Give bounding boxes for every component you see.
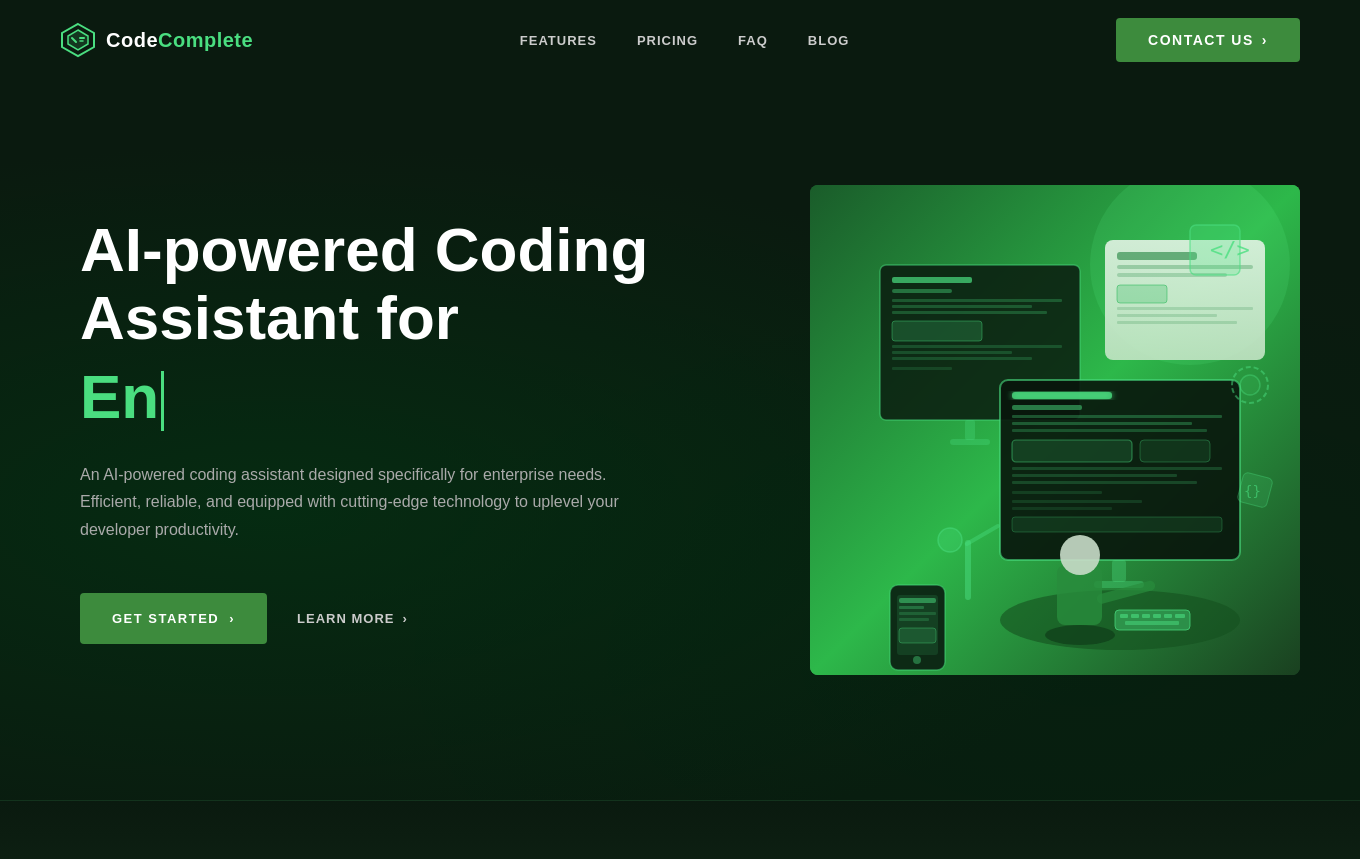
svg-text:</>: </>: [1210, 237, 1250, 262]
svg-rect-24: [1117, 285, 1167, 303]
svg-rect-12: [892, 311, 1047, 314]
nav-link-features[interactable]: FEATURES: [520, 33, 597, 48]
svg-rect-36: [1012, 440, 1132, 462]
svg-rect-53: [1120, 614, 1128, 618]
svg-rect-19: [950, 439, 990, 445]
svg-rect-8: [892, 277, 972, 283]
hero-illustration-svg: </>: [810, 185, 1300, 675]
svg-rect-11: [892, 305, 1032, 308]
typing-cursor: [161, 371, 164, 431]
logo[interactable]: CodeComplete: [60, 22, 253, 58]
hero-description: An AI-powered coding assistant designed …: [80, 461, 660, 543]
hero-typed-text: En: [80, 363, 751, 432]
contact-us-button[interactable]: CONTACT US ›: [1116, 18, 1300, 62]
svg-marker-1: [68, 30, 88, 50]
nav-link-pricing[interactable]: PRICING: [637, 33, 698, 48]
hero-cta-group: GET STARTED › LEARN MORE ›: [80, 593, 751, 644]
get-started-chevron-icon: ›: [229, 611, 235, 626]
nav-item-blog[interactable]: BLOG: [808, 31, 850, 49]
svg-rect-66: [899, 606, 924, 609]
svg-rect-10: [892, 299, 1062, 302]
svg-rect-59: [1125, 621, 1179, 625]
svg-rect-15: [892, 351, 1012, 354]
svg-rect-39: [1012, 474, 1177, 477]
svg-rect-21: [1117, 252, 1197, 260]
svg-rect-58: [1175, 614, 1185, 618]
svg-rect-54: [1131, 614, 1139, 618]
svg-text:{}: {}: [1244, 483, 1261, 499]
svg-rect-35: [1012, 429, 1207, 432]
nav-link-blog[interactable]: BLOG: [808, 33, 850, 48]
contact-chevron-icon: ›: [1262, 32, 1268, 48]
nav-item-features[interactable]: FEATURES: [520, 31, 597, 49]
svg-rect-16: [892, 357, 1032, 360]
hero-illustration: </>: [810, 185, 1300, 675]
svg-rect-64: [897, 595, 938, 655]
svg-point-48: [1045, 625, 1115, 645]
nav-links: FEATURES PRICING FAQ BLOG: [520, 31, 850, 49]
svg-rect-69: [899, 628, 936, 643]
svg-point-50: [1060, 535, 1100, 575]
logo-complete-text: Complete: [158, 29, 253, 51]
svg-rect-32: [1012, 405, 1082, 410]
svg-rect-25: [1117, 307, 1253, 310]
svg-rect-40: [1012, 481, 1197, 484]
bottom-section: [0, 800, 1360, 859]
svg-rect-68: [899, 618, 929, 621]
navbar: CodeComplete FEATURES PRICING FAQ BLOG C…: [0, 0, 1360, 80]
hero-title: AI-powered Coding Assistant for En: [80, 216, 751, 431]
svg-point-62: [938, 528, 962, 552]
svg-rect-57: [1164, 614, 1172, 618]
svg-point-72: [1240, 375, 1260, 395]
hero-content: AI-powered Coding Assistant for En An AI…: [80, 216, 751, 644]
svg-rect-45: [1112, 560, 1126, 582]
svg-rect-65: [899, 598, 936, 603]
svg-rect-27: [1117, 321, 1237, 324]
svg-rect-26: [1117, 314, 1217, 317]
svg-rect-60: [965, 540, 971, 600]
hero-title-line1: AI-powered Coding: [80, 216, 751, 284]
svg-rect-17: [892, 367, 952, 370]
svg-rect-52: [1115, 610, 1190, 630]
svg-point-70: [913, 656, 921, 664]
svg-rect-9: [892, 289, 952, 293]
svg-rect-14: [892, 345, 1062, 348]
get-started-button[interactable]: GET STARTED ›: [80, 593, 267, 644]
svg-rect-38: [1012, 467, 1222, 470]
svg-rect-41: [1012, 491, 1102, 494]
svg-rect-34: [1012, 422, 1192, 425]
svg-rect-67: [899, 612, 936, 615]
svg-rect-18: [965, 420, 975, 440]
logo-icon: [60, 22, 96, 58]
svg-rect-56: [1153, 614, 1161, 618]
svg-rect-13: [892, 321, 982, 341]
hero-section: AI-powered Coding Assistant for En An AI…: [0, 80, 1360, 800]
learn-more-chevron-icon: ›: [403, 611, 408, 626]
nav-item-pricing[interactable]: PRICING: [637, 31, 698, 49]
learn-more-button[interactable]: LEARN MORE ›: [297, 611, 408, 626]
svg-rect-31: [1012, 392, 1112, 399]
nav-link-faq[interactable]: FAQ: [738, 33, 768, 48]
svg-rect-42: [1012, 500, 1142, 503]
svg-rect-44: [1012, 517, 1222, 532]
svg-rect-33: [1012, 415, 1222, 418]
svg-rect-37: [1140, 440, 1210, 462]
svg-rect-43: [1012, 507, 1112, 510]
svg-rect-55: [1142, 614, 1150, 618]
nav-item-faq[interactable]: FAQ: [738, 31, 768, 49]
hero-title-line2: Assistant for: [80, 284, 751, 352]
logo-code-text: Code: [106, 29, 158, 51]
